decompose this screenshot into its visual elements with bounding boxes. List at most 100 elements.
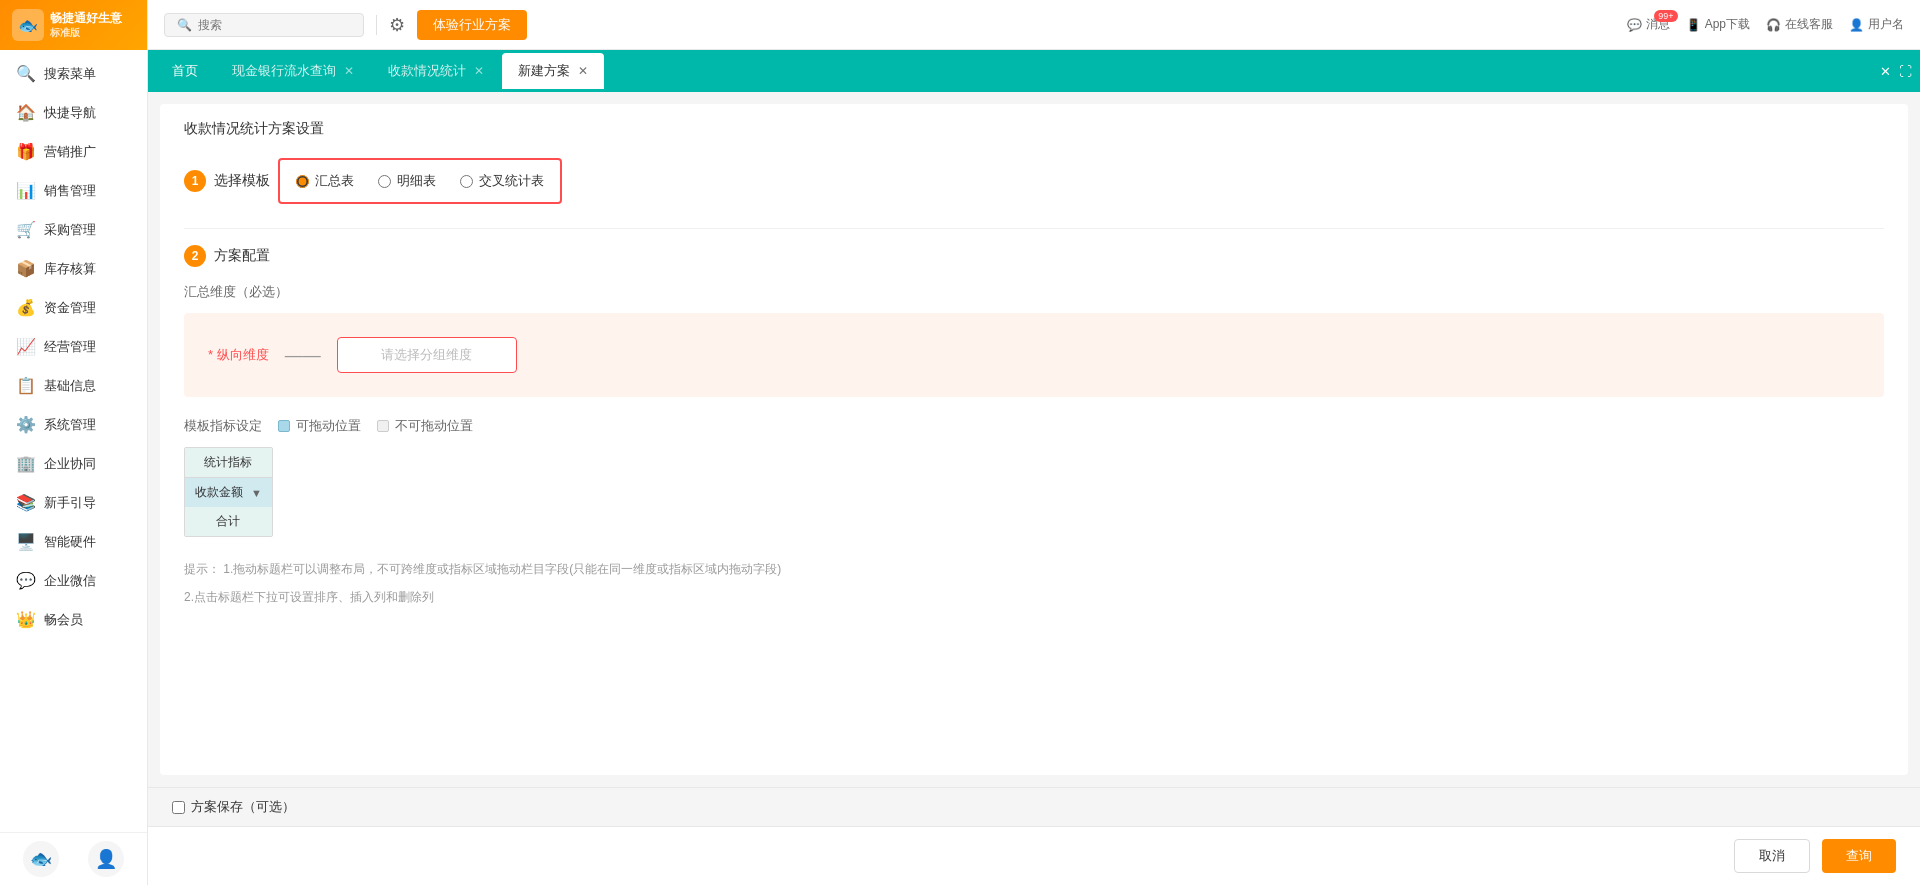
sidebar: 🐟 畅捷通好生意 标准版 🔍 搜索菜单 🏠 快捷导航 🎁 营销推广 📊 销售管理… [0, 0, 148, 885]
radio-cross-input[interactable] [460, 175, 473, 188]
book-icon: 📚 [16, 493, 36, 512]
crown-icon: 👑 [16, 610, 36, 629]
save-checkbox[interactable] [172, 801, 185, 814]
sidebar-bottom-icon-right[interactable]: 👤 [88, 841, 124, 877]
topbar: 🔍 ⚙ 体验行业方案 💬 消息 99+ 📱 App下载 🎧 在线客服 👤 用户名 [148, 0, 1920, 50]
sidebar-item-hardware[interactable]: 🖥️ 智能硬件 [0, 522, 147, 561]
unmovable-dot [377, 420, 389, 432]
sidebar-bottom-icon-left[interactable]: 🐟 [23, 841, 59, 877]
user-profile[interactable]: 👤 用户名 [1849, 16, 1904, 33]
dropdown-icon[interactable]: ▼ [251, 487, 262, 499]
sidebar-item-search[interactable]: 🔍 搜索菜单 [0, 54, 147, 93]
trend-icon: 📈 [16, 337, 36, 356]
sidebar-item-marketing[interactable]: 🎁 营销推广 [0, 132, 147, 171]
tab-bank[interactable]: 现金银行流水查询 ✕ [216, 53, 370, 89]
step1-header: 1 选择模板 汇总表 明细表 交叉统计表 [184, 158, 1884, 204]
home-icon: 🏠 [16, 103, 36, 122]
support-item[interactable]: 🎧 在线客服 [1766, 16, 1833, 33]
save-checkbox-label[interactable]: 方案保存（可选） [172, 798, 295, 816]
sidebar-logo: 🐟 畅捷通好生意 标准版 [0, 0, 147, 50]
vertical-dimension-label: * 纵向维度 [208, 346, 269, 364]
stats-row-label: 收款金额 [195, 484, 243, 501]
cancel-button[interactable]: 取消 [1734, 839, 1810, 873]
notification-icon: 💬 [1627, 18, 1642, 32]
movable-dot [278, 420, 290, 432]
radio-summary-input[interactable] [296, 175, 309, 188]
template-selection: 汇总表 明细表 交叉统计表 [278, 158, 562, 204]
building-icon: 🏢 [16, 454, 36, 473]
search-icon: 🔍 [177, 18, 192, 32]
logo-text: 畅捷通好生意 标准版 [50, 11, 122, 40]
tab-stats-close[interactable]: ✕ [474, 64, 484, 78]
radio-cross-label: 交叉统计表 [479, 172, 544, 190]
tab-new-close[interactable]: ✕ [578, 64, 588, 78]
logo-icon: 🐟 [12, 9, 44, 41]
dimension-config: 汇总维度（必选） * 纵向维度 —— 请选择分组维度 [184, 283, 1884, 397]
sidebar-item-operations[interactable]: 📈 经营管理 [0, 327, 147, 366]
tab-close-all-icon[interactable]: ✕ [1880, 64, 1891, 79]
sidebar-item-sales[interactable]: 📊 销售管理 [0, 171, 147, 210]
radio-summary[interactable]: 汇总表 [296, 172, 354, 190]
step1-section: 1 选择模板 汇总表 明细表 交叉统计表 [184, 158, 1884, 204]
radio-detail[interactable]: 明细表 [378, 172, 436, 190]
dimension-select[interactable]: 请选择分组维度 [337, 337, 517, 373]
download-item[interactable]: 📱 App下载 [1686, 16, 1750, 33]
sidebar-item-quick-nav[interactable]: 🏠 快捷导航 [0, 93, 147, 132]
page-content: 收款情况统计方案设置 1 选择模板 汇总表 明细表 [148, 92, 1920, 826]
step2-section: 2 方案配置 汇总维度（必选） * 纵向维度 —— 请选择分组维度 [184, 245, 1884, 609]
chat-icon: 💬 [16, 571, 36, 590]
sidebar-item-inventory[interactable]: 📦 库存核算 [0, 249, 147, 288]
topbar-divider [376, 15, 377, 35]
step2-title: 方案配置 [214, 247, 270, 265]
query-button[interactable]: 查询 [1822, 839, 1896, 873]
radio-detail-label: 明细表 [397, 172, 436, 190]
tabs-right: ✕ ⛶ [1880, 64, 1912, 79]
gift-icon: 🎁 [16, 142, 36, 161]
cart-icon: 🛒 [16, 220, 36, 239]
sidebar-item-wechat[interactable]: 💬 企业微信 [0, 561, 147, 600]
dimension-title: 汇总维度（必选） [184, 283, 1884, 301]
sidebar-bottom: 🐟 👤 [0, 832, 147, 885]
topbar-search-box[interactable]: 🔍 [164, 13, 364, 37]
step-divider [184, 228, 1884, 229]
stats-table-row[interactable]: 收款金额 ▼ [185, 478, 272, 507]
dimension-area: * 纵向维度 —— 请选择分组维度 [184, 313, 1884, 397]
sidebar-nav: 🔍 搜索菜单 🏠 快捷导航 🎁 营销推广 📊 销售管理 🛒 采购管理 📦 库存核… [0, 50, 147, 832]
arrow-icon: —— [285, 345, 321, 366]
tab-bank-close[interactable]: ✕ [344, 64, 354, 78]
legend-unmovable: 不可拖动位置 [377, 417, 473, 435]
stats-table-header: 统计指标 [185, 448, 272, 478]
notification-item[interactable]: 💬 消息 99+ [1627, 16, 1670, 33]
radio-detail-input[interactable] [378, 175, 391, 188]
monitor-icon: 🖥️ [16, 532, 36, 551]
list-icon: 📋 [16, 376, 36, 395]
sidebar-item-system[interactable]: ⚙️ 系统管理 [0, 405, 147, 444]
tab-stats[interactable]: 收款情况统计 ✕ [372, 53, 500, 89]
search-input[interactable] [198, 18, 351, 32]
bottom-bar: 取消 查询 [148, 826, 1920, 885]
radio-summary-label: 汇总表 [315, 172, 354, 190]
tab-new[interactable]: 新建方案 ✕ [502, 53, 604, 89]
sidebar-item-enterprise[interactable]: 🏢 企业协同 [0, 444, 147, 483]
sidebar-item-finance[interactable]: 💰 资金管理 [0, 288, 147, 327]
footer: 方案保存（可选） [148, 787, 1920, 826]
sidebar-item-member[interactable]: 👑 畅会员 [0, 600, 147, 639]
sidebar-item-guide[interactable]: 📚 新手引导 [0, 483, 147, 522]
radio-cross[interactable]: 交叉统计表 [460, 172, 544, 190]
tab-expand-icon[interactable]: ⛶ [1899, 64, 1912, 79]
dimension-row: * 纵向维度 —— 请选择分组维度 [208, 337, 1860, 373]
sidebar-item-purchase[interactable]: 🛒 采购管理 [0, 210, 147, 249]
chart-icon: 📊 [16, 181, 36, 200]
tip-2: 2.点击标题栏下拉可设置排序、插入列和删除列 [184, 585, 1884, 609]
main: 🔍 ⚙ 体验行业方案 💬 消息 99+ 📱 App下载 🎧 在线客服 👤 用户名 [148, 0, 1920, 885]
page-title: 收款情况统计方案设置 [184, 120, 1884, 138]
tab-home[interactable]: 首页 [156, 53, 214, 89]
stats-table-total: 合计 [185, 507, 272, 536]
trial-button[interactable]: 体验行业方案 [417, 10, 527, 40]
topbar-right: 💬 消息 99+ 📱 App下载 🎧 在线客服 👤 用户名 [1627, 16, 1904, 33]
settings-icon[interactable]: ⚙ [389, 14, 405, 36]
stats-table: 统计指标 收款金额 ▼ 合计 [184, 447, 273, 537]
tabs-bar: 首页 现金银行流水查询 ✕ 收款情况统计 ✕ 新建方案 ✕ ✕ ⛶ [148, 50, 1920, 92]
search-icon: 🔍 [16, 64, 36, 83]
sidebar-item-basic[interactable]: 📋 基础信息 [0, 366, 147, 405]
